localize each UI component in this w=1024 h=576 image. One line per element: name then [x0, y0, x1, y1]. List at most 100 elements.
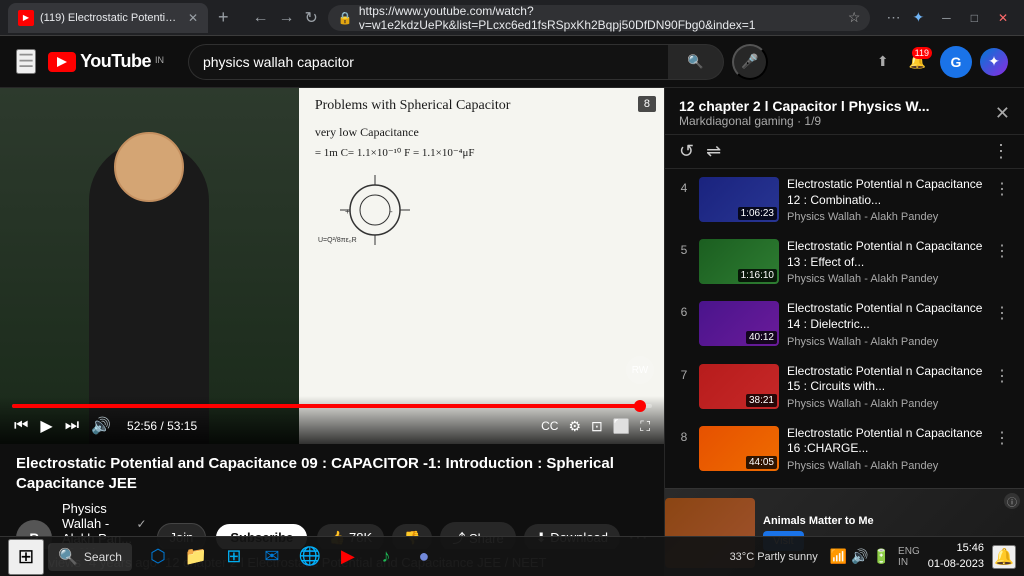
address-bar[interactable]: 🔒 https://www.youtube.com/watch?v=w1e2kd…: [328, 5, 871, 31]
video-controls: ⏮ ▶ ⏭ 🔊 52:56 / 53:15 CC ⚙ ⊡ ⬜: [0, 396, 664, 444]
notifications-button[interactable]: 🔔 119: [903, 47, 932, 76]
taskbar-icon-store[interactable]: ⊞: [216, 539, 252, 575]
settings-button[interactable]: ⚙: [566, 416, 583, 437]
taskbar-icon-spotify[interactable]: ♪: [368, 539, 404, 575]
item-info: Electrostatic Potential n Capacitance 12…: [787, 177, 984, 223]
taskbar-icon-explorer[interactable]: 📁: [178, 539, 214, 575]
channel-watermark: RW: [626, 356, 654, 384]
windows-icon: ⊞: [18, 544, 35, 569]
item-more-button[interactable]: ⋮: [992, 301, 1012, 325]
upload-button[interactable]: ⬆: [871, 47, 895, 76]
playlist-item[interactable]: 4 1:06:23 Electrostatic Potential n Capa…: [665, 169, 1024, 231]
forward-button[interactable]: →: [275, 5, 299, 31]
close-window-button[interactable]: ✕: [990, 7, 1016, 29]
subtitles-button[interactable]: CC: [539, 417, 560, 435]
video-section: Problems with Spherical Capacitor very l…: [0, 88, 664, 576]
user-avatar[interactable]: G: [940, 46, 972, 78]
navbar-right-actions: ⬆ 🔔 119 G ✦: [871, 46, 1008, 78]
avatar-letter: G: [951, 54, 962, 70]
tab-close-icon[interactable]: ✕: [188, 11, 198, 25]
play-pause-button[interactable]: ▶: [38, 414, 54, 438]
item-channel: Physics Wallah - Alakh Pandey: [787, 273, 984, 285]
fullscreen-button[interactable]: ⛶: [638, 416, 652, 437]
search-button[interactable]: 🔍: [668, 44, 724, 80]
item-thumbnail: 1:06:23: [699, 177, 779, 222]
playlist-more-button[interactable]: ⋮: [992, 141, 1010, 162]
video-frame: Problems with Spherical Capacitor very l…: [0, 88, 664, 444]
copilot-icon[interactable]: ✦: [980, 48, 1008, 76]
notification-center-button[interactable]: 🔔: [992, 545, 1016, 569]
youtube-play-triangle: [57, 57, 67, 67]
whiteboard-line1: very low Capacitance: [315, 125, 648, 140]
item-info: Electrostatic Potential n Capacitance 16…: [787, 426, 984, 472]
skip-forward-button[interactable]: ⏭: [63, 415, 81, 437]
item-duration: 38:21: [746, 394, 777, 407]
playlist-item[interactable]: 8 44:05 Electrostatic Potential n Capaci…: [665, 418, 1024, 480]
ad-info-icon[interactable]: ⓘ: [1004, 493, 1020, 509]
playlist-sidebar: 12 chapter 2 l Capacitor l Physics W... …: [664, 88, 1024, 576]
item-thumbnail: 44:05: [699, 426, 779, 471]
taskbar-icon-edge[interactable]: ⬡: [140, 539, 176, 575]
playlist-repeat-button[interactable]: ↺: [679, 141, 694, 162]
playlist-item[interactable]: 6 40:12 Electrostatic Potential n Capaci…: [665, 293, 1024, 355]
item-channel: Physics Wallah - Alakh Pandey: [787, 211, 984, 223]
bookmark-icon[interactable]: ☆: [848, 9, 861, 26]
battery-icon[interactable]: 🔋: [873, 548, 890, 565]
skip-back-button[interactable]: ⏮: [12, 415, 30, 437]
network-icon[interactable]: 📶: [830, 548, 847, 565]
playlist-shuffle-button[interactable]: ⇌: [706, 141, 721, 162]
taskbar-search[interactable]: 🔍 Search: [48, 543, 132, 571]
miniplayer-button[interactable]: ⊡: [589, 416, 605, 437]
item-thumbnail: 40:12: [699, 301, 779, 346]
item-thumbnail: 1:16:10: [699, 239, 779, 284]
item-more-button[interactable]: ⋮: [992, 239, 1012, 263]
theater-button[interactable]: ⬜: [611, 416, 632, 437]
youtube-logo[interactable]: YouTube IN: [48, 51, 164, 72]
item-more-button[interactable]: ⋮: [992, 177, 1012, 201]
copilot-btn[interactable]: ✦: [908, 5, 928, 30]
whiteboard-line2: = 1m C= 1.1×10⁻¹⁰ F = 1.1×10⁻⁴μF: [315, 146, 648, 159]
language-label: ENG: [898, 546, 920, 557]
search-input[interactable]: [188, 44, 668, 80]
item-duration: 1:06:23: [738, 207, 777, 220]
taskbar-icon-youtube[interactable]: ▶: [330, 539, 366, 575]
whiteboard: Problems with Spherical Capacitor very l…: [299, 88, 664, 444]
input-language[interactable]: ENG IN: [898, 546, 920, 568]
volume-button[interactable]: 🔊: [89, 414, 113, 438]
back-button[interactable]: ←: [249, 5, 273, 31]
system-time[interactable]: 15:46 01-08-2023: [928, 541, 984, 572]
item-info: Electrostatic Potential n Capacitance 13…: [787, 239, 984, 285]
progress-bar[interactable]: [12, 404, 652, 408]
region-label: IN: [898, 557, 920, 568]
video-player[interactable]: Problems with Spherical Capacitor very l…: [0, 88, 664, 444]
minimize-button[interactable]: ─: [934, 7, 959, 29]
url-text: https://www.youtube.com/watch?v=w1e2kdzU…: [359, 4, 842, 32]
playlist-item[interactable]: 7 38:21 Electrostatic Potential n Capaci…: [665, 356, 1024, 418]
item-more-button[interactable]: ⋮: [992, 426, 1012, 450]
start-button[interactable]: ⊞: [8, 539, 44, 575]
maximize-button[interactable]: □: [963, 7, 986, 29]
playlist-close-button[interactable]: ✕: [995, 103, 1010, 124]
volume-icon[interactable]: 🔊: [851, 548, 868, 565]
item-more-button[interactable]: ⋮: [992, 364, 1012, 388]
current-time: 52:56: [127, 419, 157, 433]
item-duration: 40:12: [746, 331, 777, 344]
taskbar-icon-discord[interactable]: ●: [406, 539, 442, 575]
browser-bar: ▶ (119) Electrostatic Potential and... ✕…: [0, 0, 1024, 36]
taskbar-icon-chrome[interactable]: 🌐: [292, 539, 328, 575]
refresh-button[interactable]: ↻: [301, 4, 322, 32]
controls-row: ⏮ ▶ ⏭ 🔊 52:56 / 53:15 CC ⚙ ⊡ ⬜: [12, 414, 652, 438]
playlist-item[interactable]: 9 22:44 Electrostatic Potential n Capaci…: [665, 480, 1024, 488]
active-tab[interactable]: ▶ (119) Electrostatic Potential and... ✕: [8, 3, 208, 33]
search-bar: 🔍 🎤: [188, 44, 768, 80]
voice-search-button[interactable]: 🎤: [732, 44, 768, 80]
progress-thumb: [634, 400, 646, 412]
youtube-wordmark: YouTube: [80, 51, 151, 72]
taskbar-icon-mail[interactable]: ✉: [254, 539, 290, 575]
taskbar-pinned-icons: ⬡ 📁 ⊞ ✉ 🌐 ▶ ♪ ●: [140, 539, 442, 575]
hamburger-menu[interactable]: ☰: [16, 49, 36, 74]
youtube-navbar: ☰ YouTube IN 🔍 🎤 ⬆ 🔔 119 G ✦: [0, 36, 1024, 88]
new-tab-button[interactable]: +: [212, 7, 235, 28]
browser-extension-btn[interactable]: ⋯: [882, 5, 904, 30]
playlist-item[interactable]: 5 1:16:10 Electrostatic Potential n Capa…: [665, 231, 1024, 293]
